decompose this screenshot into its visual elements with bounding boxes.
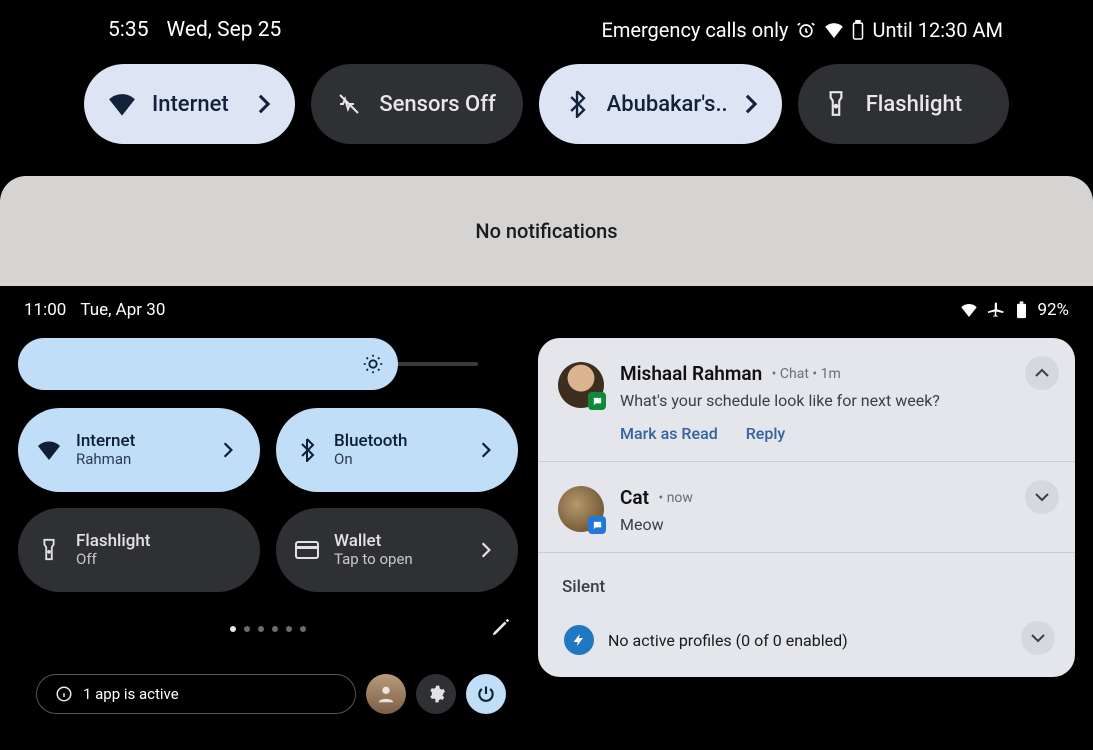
status-bar-top: 5:35 Wed, Sep 25 Emergency calls only Un…: [0, 0, 1093, 42]
notification-message: What's your schedule look like for next …: [620, 391, 1055, 410]
silent-section-header: Silent: [538, 553, 1075, 597]
bluetooth-icon: [563, 90, 591, 118]
reply-action[interactable]: Reply: [746, 424, 786, 443]
profiles-icon: [564, 625, 594, 655]
tile-title: Internet: [76, 432, 135, 452]
no-notifications-text: No notifications: [475, 219, 617, 243]
profiles-text: No active profiles (0 of 0 enabled): [608, 631, 848, 650]
clock: 11:00: [24, 300, 66, 320]
battery-pct: 92%: [1037, 300, 1069, 320]
qs-tile-flashlight[interactable]: Flashlight: [798, 64, 1009, 144]
notification-meta: • Chat • 1m: [768, 366, 841, 382]
qs-label: Abubakar's..: [607, 92, 728, 117]
chevron-down-icon: [1030, 632, 1046, 644]
tile-sub: Rahman: [76, 451, 135, 468]
flashlight-icon: [36, 537, 62, 563]
qs-tile-sensors-off[interactable]: Sensors Off: [311, 64, 522, 144]
until-text: Until 12:30 AM: [872, 18, 1003, 42]
qs-tile-flashlight[interactable]: Flashlight Off: [18, 508, 260, 592]
pager-dots: [18, 614, 518, 644]
status-bar-bottom: 11:00 Tue, Apr 30 92%: [0, 286, 1093, 320]
power-button[interactable]: [466, 674, 506, 714]
battery-icon: [1016, 301, 1027, 319]
active-apps-chip[interactable]: 1 app is active: [36, 674, 356, 714]
active-apps-text: 1 app is active: [83, 685, 179, 703]
chevron-down-icon: [1034, 491, 1050, 503]
avatar-icon: [375, 683, 397, 705]
clock: 5:35: [108, 18, 149, 42]
qs-tile-bluetooth[interactable]: Abubakar's..: [539, 64, 782, 144]
expand-button[interactable]: [1025, 480, 1059, 514]
sensors-off-icon: [335, 90, 363, 118]
qs-row-top: Internet Sensors Off Abubakar's.. Flashl…: [0, 42, 1093, 168]
brightness-slider[interactable]: [18, 338, 518, 390]
flashlight-icon: [822, 90, 850, 118]
notification-card[interactable]: Mishaal Rahman • Chat • 1m What's your s…: [538, 338, 1075, 462]
wifi-icon: [36, 437, 62, 463]
battery-icon: [852, 20, 864, 40]
qs-tile-internet[interactable]: Internet: [84, 64, 295, 144]
profiles-row[interactable]: No active profiles (0 of 0 enabled): [552, 615, 1061, 665]
info-icon: [55, 685, 73, 703]
collapse-button[interactable]: [1025, 356, 1059, 390]
qs-label: Sensors Off: [379, 92, 495, 117]
edit-tiles-button[interactable]: [490, 616, 512, 638]
alarm-icon: [796, 20, 816, 40]
expand-button[interactable]: [1021, 621, 1055, 655]
chevron-up-icon: [1034, 367, 1050, 379]
tile-title: Wallet: [334, 532, 413, 552]
airplane-icon: [988, 301, 1006, 319]
notification-sender: Cat: [620, 486, 649, 509]
qs-label: Flashlight: [866, 92, 962, 117]
date: Tue, Apr 30: [80, 300, 165, 320]
tile-title: Bluetooth: [334, 432, 408, 452]
avatar: [558, 362, 604, 408]
mark-read-action[interactable]: Mark as Read: [620, 424, 718, 443]
qs-tile-wallet[interactable]: Wallet Tap to open: [276, 508, 518, 592]
no-notifications-panel: No notifications: [0, 176, 1093, 286]
tile-sub: On: [334, 451, 408, 468]
card-icon: [294, 537, 320, 563]
tile-sub: Off: [76, 551, 150, 568]
notification-message: Meow: [620, 515, 1055, 534]
qs-tile-bluetooth[interactable]: Bluetooth On: [276, 408, 518, 492]
qs-label: Internet: [152, 92, 229, 117]
chevron-right-icon[interactable]: [480, 541, 498, 559]
notifications-panel: Mishaal Rahman • Chat • 1m What's your s…: [538, 338, 1075, 677]
brightness-icon: [362, 353, 384, 375]
bluetooth-icon: [294, 437, 320, 463]
emergency-text: Emergency calls only: [601, 18, 788, 42]
qs-grid: Internet Rahman Bluetooth On: [18, 408, 518, 592]
chevron-right-icon[interactable]: [222, 441, 240, 459]
chevron-right-icon[interactable]: [257, 93, 271, 115]
user-switch-button[interactable]: [366, 674, 406, 714]
gear-icon: [426, 684, 446, 704]
notification-card[interactable]: Cat • now Meow: [538, 462, 1075, 553]
tile-sub: Tap to open: [334, 551, 413, 568]
chevron-right-icon[interactable]: [480, 441, 498, 459]
chevron-right-icon[interactable]: [744, 93, 758, 115]
date: Wed, Sep 25: [167, 18, 282, 42]
notification-meta: • now: [655, 490, 693, 506]
settings-button[interactable]: [416, 674, 456, 714]
power-icon: [476, 684, 496, 704]
app-badge-icon: [588, 392, 606, 410]
notification-sender: Mishaal Rahman: [620, 362, 762, 385]
qs-tile-internet[interactable]: Internet Rahman: [18, 408, 260, 492]
tile-title: Flashlight: [76, 532, 150, 552]
wifi-icon: [960, 303, 978, 317]
avatar: [558, 486, 604, 532]
app-badge-icon: [588, 516, 606, 534]
wifi-icon: [824, 22, 844, 38]
wifi-icon: [108, 90, 136, 118]
